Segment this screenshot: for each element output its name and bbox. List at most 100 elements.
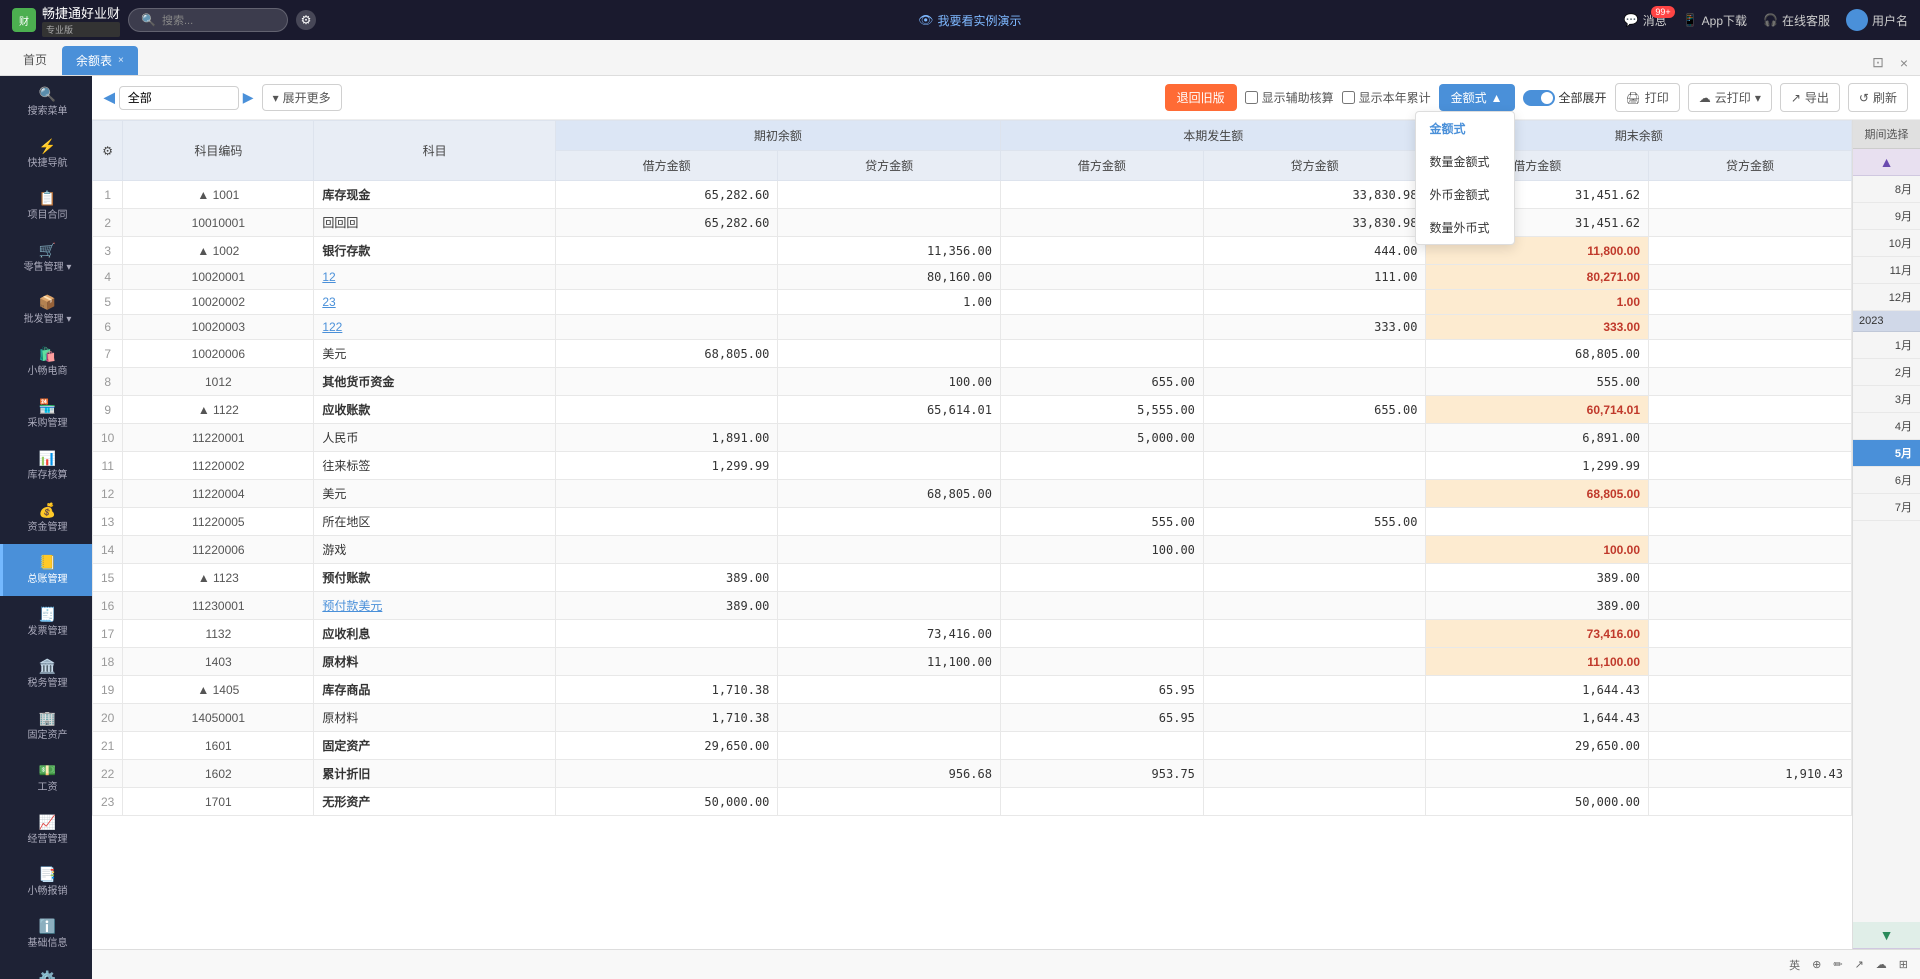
- amount-style-btn[interactable]: 金额式 ▲: [1439, 84, 1515, 111]
- period-month-item[interactable]: 6月: [1853, 467, 1920, 494]
- status-add[interactable]: ⊕: [1812, 958, 1821, 971]
- cell: [1000, 209, 1203, 237]
- cell: [778, 564, 1001, 592]
- search-box[interactable]: 🔍 搜索...: [128, 8, 288, 32]
- sidebar-item-invoice[interactable]: 🧾 发票管理: [0, 596, 92, 648]
- ytd-checkbox-input[interactable]: [1342, 91, 1355, 104]
- sidebar-item-ledger[interactable]: 📒 总账管理: [0, 544, 92, 596]
- show-ytd-checkbox[interactable]: 显示本年累计: [1342, 89, 1431, 106]
- dropdown-item-qty-amount[interactable]: 数量金额式: [1416, 145, 1514, 178]
- period-month-item[interactable]: 8月: [1853, 176, 1920, 203]
- tab-home[interactable]: 首页: [8, 44, 62, 75]
- cell: [1203, 290, 1426, 315]
- expand-all-toggle[interactable]: 全部展开: [1523, 89, 1607, 106]
- filter-forward-icon[interactable]: ▶: [243, 89, 254, 106]
- period-month-item[interactable]: 7月: [1853, 494, 1920, 521]
- sidebar-item-inventory[interactable]: 📊 库存核算: [0, 440, 92, 492]
- cell: 333.00: [1203, 315, 1426, 340]
- period-month-item[interactable]: 2月: [1853, 359, 1920, 386]
- back-to-old-btn[interactable]: 退回旧版: [1165, 84, 1237, 111]
- cell-close-highlight: 100.00: [1426, 536, 1649, 564]
- sidebar-item-system[interactable]: ⚙️ 系统管理: [0, 960, 92, 979]
- expand-more-btn[interactable]: ▾ 展开更多: [262, 84, 342, 111]
- cell: [1000, 592, 1203, 620]
- cell: [778, 315, 1001, 340]
- status-cloud[interactable]: ☁: [1876, 958, 1887, 971]
- cell: [1000, 648, 1203, 676]
- cell: [778, 340, 1001, 368]
- top-bar-left: 财 畅捷通好业财 专业版 🔍 搜索... ⚙: [12, 3, 316, 37]
- row-code-22: 1701: [123, 788, 314, 816]
- period-month-item[interactable]: 4月: [1853, 413, 1920, 440]
- tab-restore-btn[interactable]: ⊡: [1868, 50, 1888, 75]
- link-icon: ↗: [1855, 958, 1864, 971]
- sidebar-item-wholesale[interactable]: 📦 批发管理 ▾: [0, 284, 92, 336]
- cell: [1000, 564, 1203, 592]
- sidebar-label-retail: 零售管理 ▾: [24, 262, 72, 274]
- sidebar-item-salary[interactable]: 💵 工资: [0, 752, 92, 804]
- cell: [1000, 480, 1203, 508]
- row-name-15[interactable]: 预付款美元: [314, 592, 556, 620]
- period-month-item[interactable]: 9月: [1853, 203, 1920, 230]
- status-edit[interactable]: ✏: [1833, 958, 1842, 971]
- period-month-item[interactable]: 10月: [1853, 230, 1920, 257]
- period-year-label: 2023: [1853, 311, 1920, 332]
- dropdown-item-amount[interactable]: 金额式: [1416, 112, 1514, 145]
- cloud-print-btn[interactable]: ☁ 云打印 ▾: [1688, 83, 1772, 112]
- table-settings-col[interactable]: ⚙: [93, 121, 123, 181]
- sidebar-item-reports[interactable]: 📑 小畅报销: [0, 856, 92, 908]
- period-month-item[interactable]: 11月: [1853, 257, 1920, 284]
- tab-close-btn[interactable]: ×: [1896, 51, 1912, 75]
- demo-link[interactable]: 👁 我要看实例演示: [918, 12, 1021, 29]
- toggle-switch-control[interactable]: [1523, 90, 1555, 106]
- sidebar-item-purchase[interactable]: 🏪 采购管理: [0, 388, 92, 440]
- period-nav-up-btn[interactable]: ▲: [1853, 149, 1920, 176]
- cell: [555, 536, 778, 564]
- sidebar-item-retail[interactable]: 🛒 零售管理 ▾: [0, 232, 92, 284]
- dropdown-item-qty-foreign[interactable]: 数量外币式: [1416, 211, 1514, 244]
- sidebar-item-tax[interactable]: 🏛️ 税务管理: [0, 648, 92, 700]
- row-name-5[interactable]: 122: [314, 315, 556, 340]
- service-button[interactable]: 🎧 在线客服: [1763, 12, 1830, 29]
- sidebar-item-search[interactable]: 🔍 搜索菜单: [0, 76, 92, 128]
- sidebar-item-assets[interactable]: 🏢 固定资产: [0, 700, 92, 752]
- row-code-2: ▲ 1002: [123, 237, 314, 265]
- cell: [1203, 340, 1426, 368]
- export-btn[interactable]: ↗ 导出: [1780, 83, 1840, 112]
- row-name-4[interactable]: 23: [314, 290, 556, 315]
- sidebar-item-project[interactable]: 📋 项目合同: [0, 180, 92, 232]
- status-lang[interactable]: 英: [1789, 957, 1800, 973]
- status-grid[interactable]: ⊞: [1899, 958, 1908, 971]
- breadcrumb-back-icon[interactable]: ◀: [104, 89, 115, 106]
- download-icon: 📱: [1683, 13, 1698, 27]
- filter-input[interactable]: [119, 86, 239, 110]
- message-button[interactable]: 💬 消息 99+: [1624, 12, 1667, 29]
- auxiliary-label: 显示辅助核算: [1262, 89, 1334, 106]
- row-name-3[interactable]: 12: [314, 265, 556, 290]
- refresh-btn[interactable]: ↺ 刷新: [1848, 83, 1908, 112]
- tab-balance-sheet[interactable]: 余额表 ×: [62, 46, 138, 75]
- sidebar-item-quicknav[interactable]: ⚡ 快捷导航: [0, 128, 92, 180]
- tab-close-icon[interactable]: ×: [118, 55, 124, 66]
- sidebar-item-capital[interactable]: 💰 资金管理: [0, 492, 92, 544]
- download-button[interactable]: 📱 App下载: [1683, 12, 1747, 29]
- period-month-item[interactable]: 12月: [1853, 284, 1920, 311]
- dropdown-item-foreign-amount[interactable]: 外币金额式: [1416, 178, 1514, 211]
- print-btn[interactable]: 🖨 打印: [1615, 83, 1680, 112]
- sidebar-item-ecommerce[interactable]: 🛍️ 小畅电商: [0, 336, 92, 388]
- sidebar-item-basic[interactable]: ℹ️ 基础信息: [0, 908, 92, 960]
- cell-close-highlight: 73,416.00: [1426, 620, 1649, 648]
- period-month-item[interactable]: 1月: [1853, 332, 1920, 359]
- period-month-item[interactable]: 3月: [1853, 386, 1920, 413]
- settings-icon[interactable]: ⚙: [296, 10, 316, 30]
- show-auxiliary-checkbox[interactable]: 显示辅助核算: [1245, 89, 1334, 106]
- period-month-item[interactable]: 5月: [1853, 440, 1920, 467]
- user-avatar[interactable]: 用户名: [1846, 9, 1908, 31]
- cell: 65.95: [1000, 676, 1203, 704]
- period-nav-down-btn[interactable]: ▼: [1853, 922, 1920, 949]
- table-row: 1611230001预付款美元389.00389.00: [93, 592, 1852, 620]
- auxiliary-checkbox-input[interactable]: [1245, 91, 1258, 104]
- sidebar-item-operations[interactable]: 📈 经营管理: [0, 804, 92, 856]
- cell-close-empty: [1649, 237, 1852, 265]
- status-link[interactable]: ↗: [1855, 958, 1864, 971]
